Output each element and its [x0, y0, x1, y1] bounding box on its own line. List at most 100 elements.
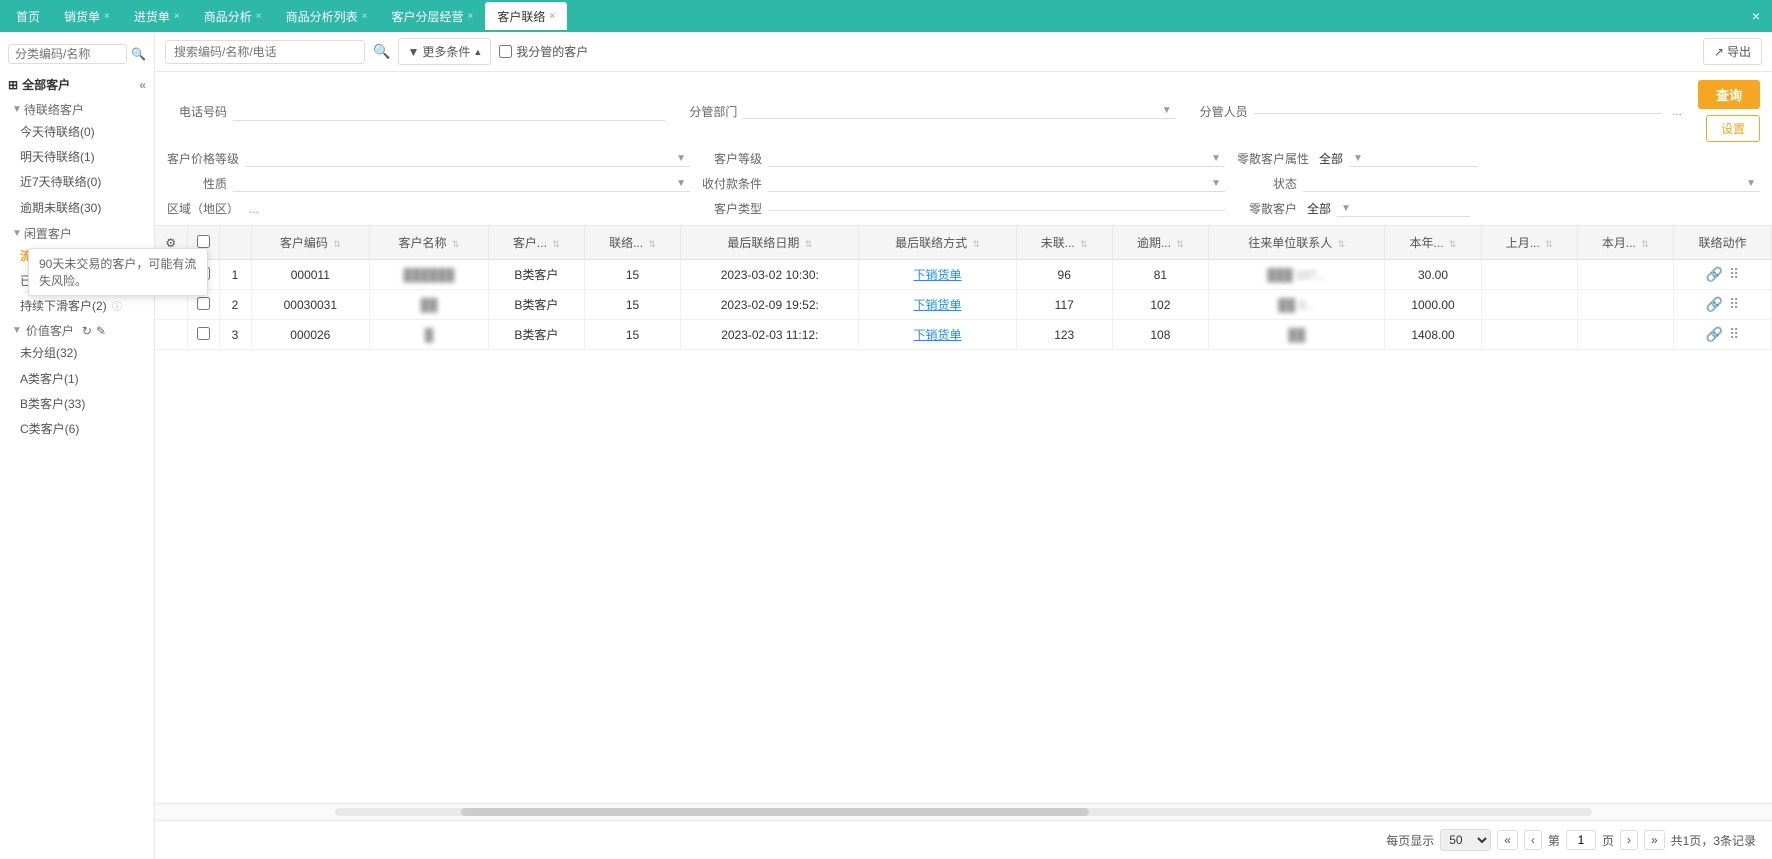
filter-price-grade-select[interactable]: ▼ [245, 151, 690, 167]
sidebar-section-idle[interactable]: ▼ 闲置客户 [0, 221, 154, 244]
sidebar-section-pending[interactable]: ▼ 待联络客户 [0, 97, 154, 120]
th-last-contact-method[interactable]: 最后联络方式 ⇅ [859, 226, 1016, 260]
th-this-month[interactable]: 本月... ⇅ [1577, 226, 1673, 260]
filter-row-2: 客户价格等级 ▼ 客户等级 ▼ 零散客户属性 全部 [167, 150, 1760, 167]
filter-manager-select[interactable] [1254, 109, 1662, 114]
cell-last-contact-method[interactable]: 下销货单 [859, 320, 1016, 350]
filter-nature-select[interactable]: ▼ [233, 176, 690, 192]
prev-page-button[interactable]: ‹ [1524, 830, 1542, 850]
th-code[interactable]: 客户编码 ⇅ [251, 226, 370, 260]
tab-sales[interactable]: 销货单 × [52, 2, 122, 30]
filter-search-input[interactable] [165, 40, 365, 64]
sidebar-item-lost-down[interactable]: 持续下滑客户(2) ⓘ [0, 294, 154, 319]
filter-dept-label: 分管部门 [677, 103, 737, 120]
filter-dept: 分管部门 ▼ [677, 103, 1175, 120]
filter-customer-type-select[interactable] [768, 206, 1225, 211]
filter-status-label: 状态 [1237, 175, 1297, 192]
sidebar-all-customers[interactable]: ⊞ 全部客户 « [0, 72, 154, 97]
filter-retail-attr-label: 零散客户属性 [1237, 150, 1309, 167]
first-page-button[interactable]: « [1497, 830, 1518, 850]
horizontal-scrollbar[interactable] [155, 803, 1772, 820]
cell-code: 00030031 [251, 290, 370, 320]
cell-this-month [1577, 320, 1673, 350]
next-page-button[interactable]: › [1620, 830, 1638, 850]
sort-icon: ⇅ [1641, 239, 1649, 249]
link-action-icon[interactable]: 🔗 [1706, 326, 1723, 343]
filter-search-icon[interactable]: 🔍 [373, 43, 390, 60]
tooltip-idle-customers: 90天未交易的客户，可能有流失风险。 [28, 248, 155, 296]
close-icon[interactable]: × [549, 11, 555, 22]
cell-last-contact-method[interactable]: 下销货单 [859, 260, 1016, 290]
row-checkbox[interactable] [197, 327, 210, 340]
sidebar-item-tomorrow[interactable]: 明天待联络(1) [0, 145, 154, 170]
query-button[interactable]: 查询 [1698, 80, 1760, 109]
page-number-input[interactable] [1566, 830, 1596, 850]
sidebar-item-a-class[interactable]: A类客户(1) [0, 367, 154, 392]
filter-dept-select[interactable]: ▼ [743, 103, 1175, 119]
cell-code: 000026 [251, 320, 370, 350]
close-icon[interactable]: × [467, 11, 473, 22]
filter-customer-grade-select[interactable]: ▼ [768, 151, 1225, 167]
more-action-icon[interactable]: ⠿ [1729, 266, 1739, 283]
tab-analysis[interactable]: 商品分析 × [192, 2, 274, 30]
th-this-year[interactable]: 本年... ⇅ [1385, 226, 1481, 260]
sidebar-search-input[interactable] [8, 44, 127, 64]
tab-customer-contact[interactable]: 客户联络 × [485, 2, 567, 30]
filter-region-label: 区域（地区） [167, 200, 239, 217]
window-close-button[interactable]: × [1744, 8, 1768, 24]
tab-customer-segment[interactable]: 客户分层经营 × [379, 2, 485, 30]
th-last-contact-date[interactable]: 最后联络日期 ⇅ [681, 226, 859, 260]
th-type[interactable]: 客户... ⇅ [488, 226, 584, 260]
th-actions: 联络动作 [1673, 226, 1771, 260]
scrollbar-thumb[interactable] [461, 808, 1090, 816]
th-no-contact[interactable]: 未联... ⇅ [1016, 226, 1112, 260]
sidebar-item-week[interactable]: 近7天待联络(0) [0, 170, 154, 195]
th-contact[interactable]: 联络... ⇅ [584, 226, 680, 260]
sidebar-item-c-class[interactable]: C类客户(6) [0, 417, 154, 442]
tab-home[interactable]: 首页 [4, 2, 52, 30]
th-last-month[interactable]: 上月... ⇅ [1481, 226, 1577, 260]
th-name[interactable]: 客户名称 ⇅ [370, 226, 489, 260]
close-icon[interactable]: × [174, 11, 180, 22]
my-customers-checkbox[interactable] [499, 45, 512, 58]
link-action-icon[interactable]: 🔗 [1706, 296, 1723, 313]
per-page-select[interactable]: 50 20 100 [1440, 829, 1491, 851]
row-checkbox[interactable] [197, 297, 210, 310]
close-icon[interactable]: × [256, 11, 262, 22]
more-action-icon[interactable]: ⠿ [1729, 326, 1739, 343]
select-all-checkbox[interactable] [197, 235, 210, 248]
chevron-icon: ▲ [473, 47, 482, 57]
cell-last-contact-method[interactable]: 下销货单 [859, 290, 1016, 320]
sidebar-item-b-class[interactable]: B类客户(33) [0, 392, 154, 417]
filter-region-dots[interactable]: ... [245, 202, 263, 216]
last-page-button[interactable]: » [1644, 830, 1665, 850]
filter-phone-input[interactable] [233, 102, 665, 121]
filter-payment-select[interactable]: ▼ [768, 176, 1225, 192]
edit-icon[interactable]: ✎ [96, 324, 106, 338]
sidebar-item-overdue[interactable]: 逾期未联络(30) [0, 196, 154, 221]
th-overdue[interactable]: 逾期... ⇅ [1112, 226, 1208, 260]
tab-purchase[interactable]: 进货单 × [122, 2, 192, 30]
filter-retail-select[interactable]: ▼ [1337, 201, 1469, 217]
tab-analysis-table[interactable]: 商品分析列表 × [274, 2, 380, 30]
th-unit-contact[interactable]: 往来单位联系人 ⇅ [1208, 226, 1384, 260]
sidebar-item-ungroup[interactable]: 未分组(32) [0, 341, 154, 366]
collapse-icon[interactable]: « [139, 78, 146, 92]
arrow-icon: ▼ [12, 228, 22, 239]
settings-button[interactable]: 设置 [1706, 115, 1760, 142]
cell-checkbox[interactable] [187, 320, 219, 350]
close-icon[interactable]: × [104, 11, 110, 22]
more-action-icon[interactable]: ⠿ [1729, 296, 1739, 313]
close-icon[interactable]: × [362, 11, 368, 22]
filter-manager-dots[interactable]: ... [1668, 104, 1686, 118]
filter-retail-attr-select[interactable]: ▼ [1349, 151, 1478, 167]
link-action-icon[interactable]: 🔗 [1706, 266, 1723, 283]
sidebar-item-today[interactable]: 今天待联络(0) [0, 120, 154, 145]
more-conditions-button[interactable]: ▼ 更多条件 ▲ [398, 38, 491, 65]
filter-status-select[interactable]: ▼ [1303, 176, 1760, 192]
export-button[interactable]: ↗ 导出 [1703, 38, 1762, 65]
sidebar-section-value[interactable]: ▼ 价值客户 ↻ ✎ [0, 319, 154, 341]
sidebar-search-icon[interactable]: 🔍 [131, 47, 146, 61]
my-customers-checkbox-label[interactable]: 我分管的客户 [499, 43, 588, 60]
refresh-icon[interactable]: ↻ [82, 324, 92, 338]
